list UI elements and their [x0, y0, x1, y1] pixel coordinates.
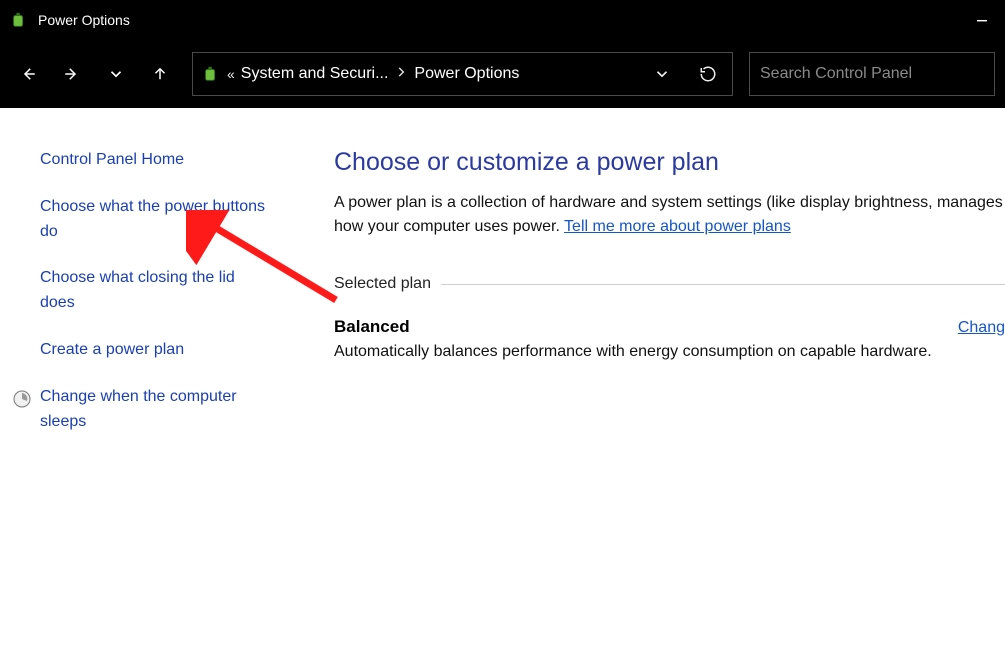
- plan-row: Balanced Chang: [334, 317, 1005, 337]
- breadcrumb-separator-icon: [394, 65, 408, 84]
- main-panel: Choose or customize a power plan A power…: [310, 108, 1005, 670]
- forward-button[interactable]: [52, 54, 92, 94]
- app-icon: [10, 11, 28, 29]
- plan-name: Balanced: [334, 317, 410, 337]
- recent-dropdown-button[interactable]: [96, 54, 136, 94]
- window-title: Power Options: [38, 12, 130, 28]
- selected-plan-label-text: Selected plan: [334, 275, 431, 293]
- sleep-settings-icon: [12, 389, 32, 409]
- window-titlebar: Power Options: [0, 0, 1005, 40]
- breadcrumb-level2[interactable]: Power Options: [414, 65, 519, 83]
- change-plan-settings-link[interactable]: Chang: [958, 319, 1005, 337]
- address-history-dropdown[interactable]: [642, 54, 682, 94]
- up-button[interactable]: [140, 54, 180, 94]
- sidebar: Control Panel Home Choose what the power…: [0, 108, 310, 670]
- address-bar[interactable]: « System and Securi... Power Options: [192, 52, 733, 96]
- sidebar-item-create-plan[interactable]: Create a power plan: [40, 338, 270, 363]
- breadcrumb-overflow-icon[interactable]: «: [227, 66, 235, 82]
- plan-description: Automatically balances performance with …: [334, 343, 1005, 361]
- content-area: Control Panel Home Choose what the power…: [0, 108, 1005, 670]
- minimize-button[interactable]: [959, 0, 1005, 40]
- page-heading: Choose or customize a power plan: [334, 148, 1005, 177]
- sidebar-item-sleep-settings[interactable]: Change when the computer sleeps: [40, 385, 270, 435]
- sidebar-item-closing-lid[interactable]: Choose what closing the lid does: [40, 266, 270, 316]
- refresh-button[interactable]: [688, 54, 728, 94]
- breadcrumb-level1[interactable]: System and Securi...: [241, 65, 389, 83]
- sidebar-item-power-buttons[interactable]: Choose what the power buttons do: [40, 195, 270, 245]
- location-icon: [201, 64, 221, 84]
- learn-more-link[interactable]: Tell me more about power plans: [564, 218, 791, 235]
- search-input[interactable]: [760, 65, 984, 83]
- page-description: A power plan is a collection of hardware…: [334, 191, 1005, 239]
- back-button[interactable]: [8, 54, 48, 94]
- sidebar-home-link[interactable]: Control Panel Home: [40, 148, 270, 173]
- selected-plan-label: Selected plan: [334, 275, 1005, 293]
- search-box[interactable]: [749, 52, 995, 96]
- nav-toolbar: « System and Securi... Power Options: [0, 40, 1005, 108]
